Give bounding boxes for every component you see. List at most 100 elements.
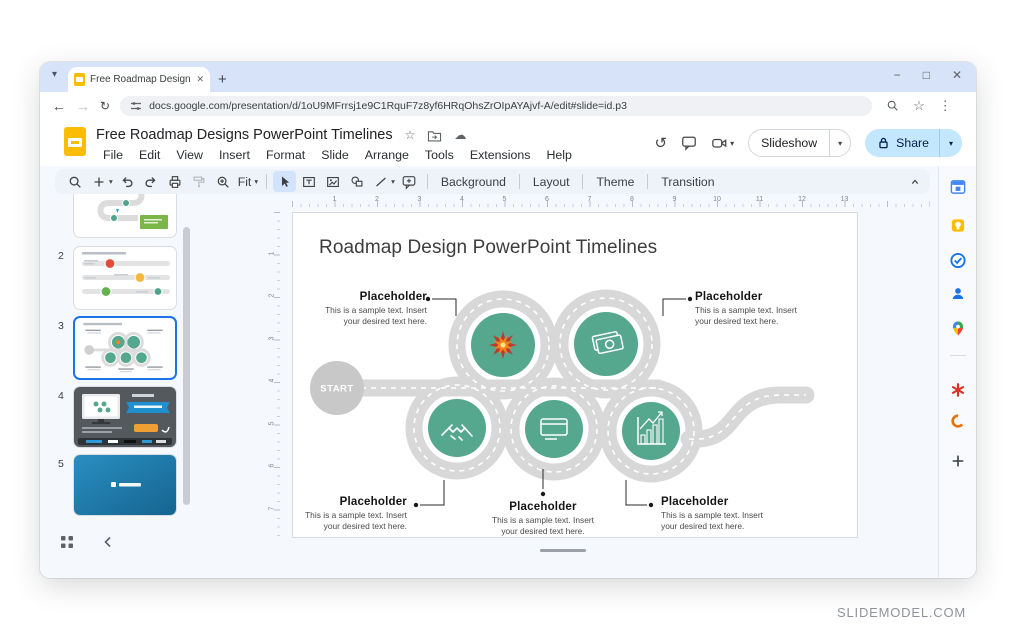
back-button[interactable]: ←: [52, 99, 66, 113]
url-text: docs.google.com/presentation/d/1oU9MFrrs…: [149, 99, 627, 112]
zoom-page-icon[interactable]: [886, 99, 899, 112]
select-tool-icon[interactable]: [273, 171, 297, 192]
insert-line-caret-icon[interactable]: ▾: [391, 177, 395, 186]
new-tab-button[interactable]: +: [218, 72, 227, 87]
version-history-icon[interactable]: ↺: [654, 134, 667, 152]
redo-icon[interactable]: [140, 171, 163, 192]
new-slide-caret-icon[interactable]: ▾: [109, 177, 113, 186]
paint-format-icon[interactable]: [188, 171, 211, 192]
search-menus-icon[interactable]: [63, 171, 86, 192]
canvas-horizontal-scrollbar[interactable]: [540, 549, 586, 552]
collapse-toolbar-icon[interactable]: [908, 175, 922, 189]
meet-caret-icon[interactable]: ▾: [730, 139, 734, 148]
addon-swirl-icon[interactable]: [950, 413, 966, 434]
slide-thumbnail-3-selected[interactable]: [73, 316, 177, 380]
url-input[interactable]: docs.google.com/presentation/d/1oU9MFrrs…: [120, 95, 873, 116]
menu-help[interactable]: Help: [539, 147, 578, 163]
slide-thumbnail-4[interactable]: [73, 386, 177, 448]
move-folder-icon[interactable]: [427, 129, 442, 142]
site-info-icon[interactable]: [130, 100, 142, 112]
placeholder-title: Placeholder: [339, 496, 407, 508]
star-document-icon[interactable]: ☆: [405, 129, 416, 141]
menu-extensions[interactable]: Extensions: [463, 147, 538, 163]
refresh-button[interactable]: ↻: [100, 100, 110, 112]
side-panel-divider: [949, 355, 966, 356]
get-addons-button[interactable]: [950, 453, 966, 474]
toolbar: ▾ Fit ▾ ▾ Background Layout Theme Transi…: [55, 169, 930, 194]
ruler-vertical: 1234567: [266, 212, 280, 542]
slide-thumbnail-1[interactable]: [73, 190, 177, 238]
menu-edit[interactable]: Edit: [132, 147, 167, 163]
menu-arrange[interactable]: Arrange: [358, 147, 416, 163]
slide-thumbnail-art: [84, 190, 168, 229]
menu-view[interactable]: View: [169, 147, 210, 163]
new-slide-icon[interactable]: [87, 171, 110, 192]
slide-canvas[interactable]: Roadmap Design PowerPoint Timelines STAR…: [292, 212, 858, 538]
keep-icon[interactable]: [949, 217, 966, 239]
undo-icon[interactable]: [116, 171, 139, 192]
window-maximize-button[interactable]: □: [923, 68, 930, 82]
window-minimize-button[interactable]: −: [894, 68, 901, 82]
contacts-icon[interactable]: [949, 285, 966, 307]
slides-home-icon[interactable]: [64, 127, 86, 156]
collapse-filmstrip-icon[interactable]: [102, 535, 114, 554]
tasks-icon[interactable]: [949, 252, 966, 274]
forward-button[interactable]: →: [76, 99, 90, 113]
roadmap-graphic[interactable]: START: [293, 213, 859, 539]
maps-icon[interactable]: [949, 320, 966, 342]
comments-icon[interactable]: [681, 135, 697, 151]
slide-thumbnail-2[interactable]: [73, 246, 177, 310]
placeholder-top-right[interactable]: Placeholder This is a sample text. Inser…: [695, 291, 825, 327]
browser-tab[interactable]: Free Roadmap Designs PowerP ✕: [68, 67, 210, 92]
slides-header: Free Roadmap Designs PowerPoint Timeline…: [40, 119, 976, 166]
zoom-fit-select[interactable]: Fit: [236, 175, 256, 189]
share-button[interactable]: Share ▾: [865, 129, 962, 157]
start-label: START: [320, 384, 353, 395]
cloud-status-icon[interactable]: ☁: [454, 129, 466, 141]
insert-line-icon[interactable]: [369, 171, 392, 192]
print-icon[interactable]: [164, 171, 187, 192]
browser-menu-icon[interactable]: ⋮: [939, 98, 952, 114]
background-button[interactable]: Background: [434, 175, 513, 189]
text-box-icon[interactable]: [297, 171, 320, 192]
document-title[interactable]: Free Roadmap Designs PowerPoint Timeline…: [96, 127, 393, 143]
filmstrip-scrollbar[interactable]: [183, 227, 190, 505]
tab-search-chevron-icon[interactable]: ▾: [52, 69, 57, 80]
zoom-fit-caret-icon[interactable]: ▾: [254, 177, 258, 186]
insert-shape-icon[interactable]: [345, 171, 368, 192]
menu-bar: File Edit View Insert Format Slide Arran…: [96, 147, 654, 163]
transition-button[interactable]: Transition: [654, 175, 721, 189]
tab-close-icon[interactable]: ✕: [196, 74, 204, 85]
share-dropdown-icon[interactable]: ▾: [938, 129, 962, 157]
workspace-side-panel: [938, 166, 976, 578]
slide-thumbnail-5[interactable]: [73, 454, 177, 516]
placeholder-top-left[interactable]: Placeholder This is a sample text. Inser…: [303, 291, 427, 327]
slideshow-button[interactable]: Slideshow ▾: [748, 129, 852, 157]
placeholder-body: This is a sample text. Insert your desire…: [695, 305, 797, 326]
placeholder-bottom-right[interactable]: Placeholder This is a sample text. Inser…: [661, 496, 773, 532]
window-close-button[interactable]: ✕: [952, 68, 962, 82]
calendar-icon[interactable]: [949, 178, 966, 200]
layout-button[interactable]: Layout: [526, 175, 577, 189]
placeholder-title: Placeholder: [661, 496, 729, 508]
insert-comment-icon[interactable]: [398, 171, 421, 192]
insert-image-icon[interactable]: [321, 171, 344, 192]
menu-file[interactable]: File: [96, 147, 130, 163]
lock-icon: [879, 137, 888, 149]
placeholder-body: This is a sample text. Insert your desire…: [492, 515, 594, 536]
slide-thumbnail-art: [83, 322, 163, 373]
theme-button[interactable]: Theme: [589, 175, 641, 189]
placeholder-bottom-center[interactable]: Placeholder This is a sample text. Inser…: [483, 501, 603, 537]
zoom-icon[interactable]: [212, 171, 235, 192]
placeholder-title: Placeholder: [695, 291, 763, 303]
meet-camera-button[interactable]: ▾: [711, 135, 734, 151]
menu-slide[interactable]: Slide: [314, 147, 356, 163]
bookmark-star-icon[interactable]: ☆: [913, 98, 925, 114]
menu-insert[interactable]: Insert: [212, 147, 257, 163]
menu-tools[interactable]: Tools: [418, 147, 461, 163]
menu-format[interactable]: Format: [259, 147, 312, 163]
addon-asterisk-icon[interactable]: [950, 382, 966, 403]
grid-view-button[interactable]: [60, 535, 74, 554]
placeholder-bottom-left[interactable]: Placeholder This is a sample text. Inser…: [305, 496, 407, 532]
slideshow-dropdown-icon[interactable]: ▾: [829, 130, 850, 156]
